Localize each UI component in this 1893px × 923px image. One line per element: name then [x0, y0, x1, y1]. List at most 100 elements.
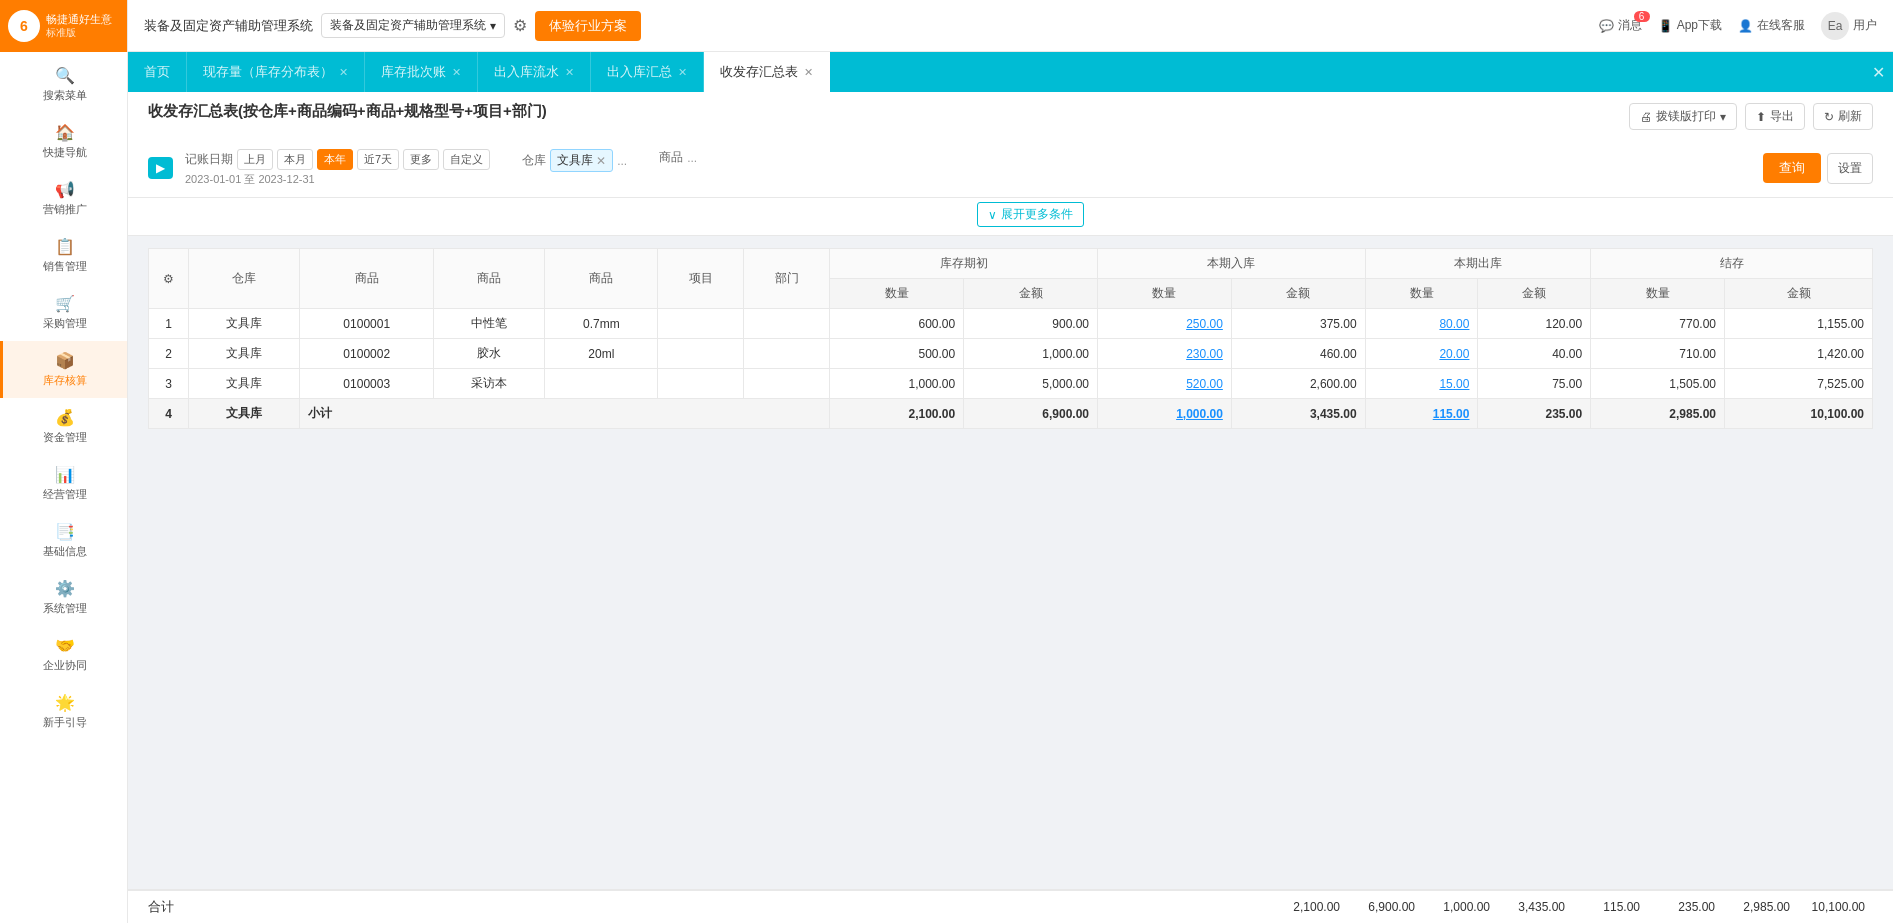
expand-conditions-button[interactable]: ∨ 展开更多条件: [977, 202, 1084, 227]
online-service-btn[interactable]: 👤 在线客服: [1738, 17, 1805, 34]
sidebar-item-label: 采购管理: [43, 316, 87, 331]
tab-label: 出入库流水: [494, 63, 559, 81]
tab-receive-summary[interactable]: 收发存汇总表 ✕: [704, 52, 830, 92]
sidebar-nav: 🔍 搜索菜单 🏠 快捷导航 📢 营销推广 📋 销售管理 🛒 采购管理 📦 库存核…: [0, 52, 127, 923]
export-button[interactable]: ⬆ 导出: [1745, 103, 1805, 130]
subtotal-out-qty[interactable]: 115.00: [1365, 399, 1478, 429]
row-out-qty[interactable]: 80.00: [1365, 309, 1478, 339]
system-icon: ⚙️: [55, 579, 75, 598]
sidebar-item-operations[interactable]: 📊 经营管理: [0, 455, 127, 512]
filter-date-group: 记账日期 上月 本月 本年 近7天 更多 自定义 2023-01-01 至 20…: [185, 149, 490, 187]
filter-toggle-button[interactable]: ▶: [148, 157, 173, 179]
table-header-balance: 结存: [1591, 249, 1873, 279]
close-all-tabs-button[interactable]: ✕: [1872, 63, 1885, 82]
sidebar-item-sales[interactable]: 📋 销售管理: [0, 227, 127, 284]
settings-icon[interactable]: ⚙: [513, 16, 527, 35]
date-this-year-btn[interactable]: 本年: [317, 149, 353, 170]
row-code: 0100001: [300, 309, 434, 339]
sidebar-item-label: 企业协同: [43, 658, 87, 673]
warehouse-more-icon[interactable]: ...: [617, 154, 627, 168]
tab-close-icon[interactable]: ✕: [565, 66, 574, 79]
print-button[interactable]: 🖨 拨镁版打印 ▾: [1629, 103, 1737, 130]
table-subheader-in-qty: 数量: [1098, 279, 1232, 309]
row-in-qty[interactable]: 250.00: [1098, 309, 1232, 339]
topbar: 装备及固定资产辅助管理系统 装备及固定资产辅助管理系统 ▾ ⚙ 体验行业方案 💬…: [128, 0, 1893, 52]
tab-close-icon[interactable]: ✕: [804, 66, 813, 79]
row-num: 1: [149, 309, 189, 339]
page-title: 收发存汇总表(按仓库+商品编码+商品+规格型号+项目+部门): [148, 102, 547, 131]
user-label: 用户: [1853, 17, 1877, 34]
row-in-qty[interactable]: 230.00: [1098, 339, 1232, 369]
main-area: 装备及固定资产辅助管理系统 装备及固定资产辅助管理系统 ▾ ⚙ 体验行业方案 💬…: [128, 0, 1893, 923]
page-content: 收发存汇总表(按仓库+商品编码+商品+规格型号+项目+部门) 🖨 拨镁版打印 ▾…: [128, 92, 1893, 923]
expand-conditions-row: ∨ 展开更多条件: [128, 198, 1893, 236]
date-filter-label: 记账日期: [185, 151, 233, 168]
sidebar-header: 6 畅捷通好生意 标准版: [0, 0, 127, 52]
tab-close-icon[interactable]: ✕: [339, 66, 348, 79]
query-button[interactable]: 查询: [1763, 153, 1821, 183]
sidebar-item-quick-nav[interactable]: 🏠 快捷导航: [0, 113, 127, 170]
row-in-qty[interactable]: 520.00: [1098, 369, 1232, 399]
footer-label: 合计: [148, 898, 568, 916]
trial-button[interactable]: 体验行业方案: [535, 11, 641, 41]
tab-home[interactable]: 首页: [128, 52, 187, 92]
app-download-btn[interactable]: 📱 App下载: [1658, 17, 1722, 34]
sidebar-item-basic-info[interactable]: 📑 基础信息: [0, 512, 127, 569]
basic-info-icon: 📑: [55, 522, 75, 541]
table-header-name: 商品: [434, 249, 545, 309]
chevron-down-icon: ∨: [988, 208, 997, 222]
print-icon: 🖨: [1640, 110, 1652, 124]
tab-batch-ledger[interactable]: 库存批次账 ✕: [365, 52, 478, 92]
home-icon: 🏠: [55, 123, 75, 142]
footer-init-qty: 2,100.00: [1273, 900, 1348, 914]
refresh-button[interactable]: ↻ 刷新: [1813, 103, 1873, 130]
row-out-qty[interactable]: 20.00: [1365, 339, 1478, 369]
sidebar-item-enterprise[interactable]: 🤝 企业协同: [0, 626, 127, 683]
tab-inout-flow[interactable]: 出入库流水 ✕: [478, 52, 591, 92]
row-out-qty[interactable]: 15.00: [1365, 369, 1478, 399]
footer-values: 2,100.00 6,900.00 1,000.00 3,435.00 115.…: [568, 900, 1873, 914]
date-this-month-btn[interactable]: 本月: [277, 149, 313, 170]
date-last-month-btn[interactable]: 上月: [237, 149, 273, 170]
tab-close-icon[interactable]: ✕: [678, 66, 687, 79]
date-7days-btn[interactable]: 近7天: [357, 149, 399, 170]
date-custom-btn[interactable]: 自定义: [443, 149, 490, 170]
row-code: 0100003: [300, 369, 434, 399]
row-in-amt: 460.00: [1231, 339, 1365, 369]
tab-close-icon[interactable]: ✕: [452, 66, 461, 79]
row-spec: 0.7mm: [545, 309, 658, 339]
sidebar-item-purchase[interactable]: 🛒 采购管理: [0, 284, 127, 341]
row-code: 0100002: [300, 339, 434, 369]
user-btn[interactable]: Ea 用户: [1821, 12, 1877, 40]
page-header: 收发存汇总表(按仓库+商品编码+商品+规格型号+项目+部门) 🖨 拨镁版打印 ▾…: [128, 92, 1893, 139]
subtotal-init-qty: 2,100.00: [830, 399, 964, 429]
system-dropdown[interactable]: 装备及固定资产辅助管理系统 ▾: [321, 13, 505, 38]
subtotal-in-qty[interactable]: 1,000.00: [1098, 399, 1232, 429]
date-more-btn[interactable]: 更多: [403, 149, 439, 170]
table-area: ⚙ 仓库 商品 商品 商品 项目 部门 库存期初 本期入库 本期出库 结存: [128, 236, 1893, 889]
row-init-qty: 600.00: [830, 309, 964, 339]
sidebar-item-marketing[interactable]: 📢 营销推广: [0, 170, 127, 227]
service-icon: 👤: [1738, 19, 1753, 33]
row-init-qty: 500.00: [830, 339, 964, 369]
filter-settings-button[interactable]: 设置: [1827, 153, 1873, 184]
tab-inventory-dist[interactable]: 现存量（库存分布表） ✕: [187, 52, 365, 92]
date-range-display: 2023-01-01 至 2023-12-31: [185, 172, 490, 187]
table-header-settings[interactable]: ⚙: [149, 249, 189, 309]
sidebar-item-guide[interactable]: 🌟 新手引导: [0, 683, 127, 740]
sidebar-item-inventory[interactable]: 📦 库存核算: [0, 341, 127, 398]
sidebar-item-finance[interactable]: 💰 资金管理: [0, 398, 127, 455]
sidebar-item-search[interactable]: 🔍 搜索菜单: [0, 56, 127, 113]
row-out-amt: 75.00: [1478, 369, 1591, 399]
tab-inout-summary[interactable]: 出入库汇总 ✕: [591, 52, 704, 92]
sales-icon: 📋: [55, 237, 75, 256]
goods-more-icon[interactable]: ...: [687, 151, 697, 165]
footer-end-qty: 2,985.00: [1723, 900, 1798, 914]
row-spec: 20ml: [545, 339, 658, 369]
warehouse-tag-remove[interactable]: ✕: [596, 154, 606, 168]
sidebar-item-system[interactable]: ⚙️ 系统管理: [0, 569, 127, 626]
table-subheader-end-amt: 金额: [1725, 279, 1873, 309]
subtotal-end-amt: 10,100.00: [1725, 399, 1873, 429]
messages-btn[interactable]: 💬 消息 6: [1599, 17, 1642, 34]
row-end-amt: 1,420.00: [1725, 339, 1873, 369]
